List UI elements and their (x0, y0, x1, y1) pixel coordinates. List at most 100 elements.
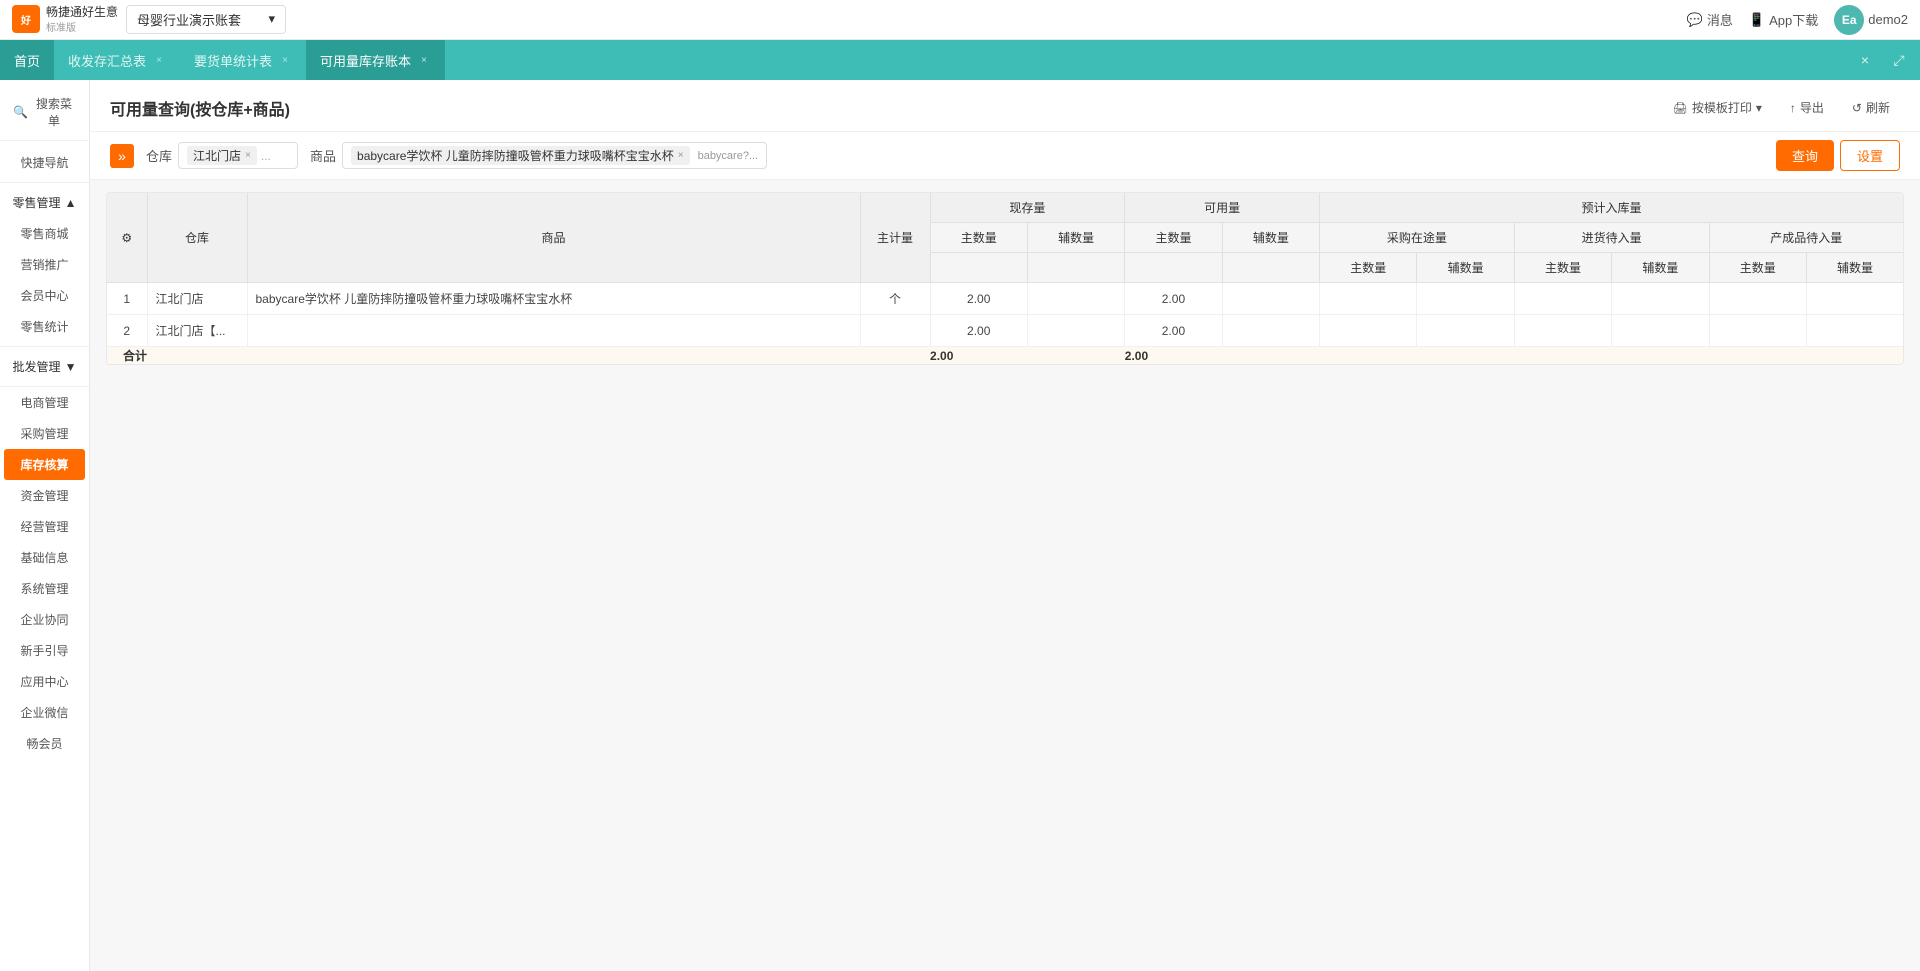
cell-unit: 个 (860, 283, 930, 315)
retail-mall-label: 零售商城 (20, 227, 68, 241)
refresh-btn[interactable]: ↺ 刷新 (1842, 94, 1900, 121)
cell-fp-aux (1806, 283, 1903, 315)
message-action[interactable]: 💬 消息 (1687, 10, 1733, 29)
app-download-label: App下载 (1769, 10, 1818, 29)
sidebar-item-new-guide[interactable]: 新手引导 (0, 635, 89, 666)
product-tag: babycare学饮杯 儿童防摔防撞吸管杯重力球吸嘴杯宝宝水杯 × (351, 146, 690, 165)
th-fp-aux: 辅数量 (1806, 253, 1903, 283)
header-left: 好 畅捷通好生意 标准版 母婴行业演示账套 ▾ (12, 5, 286, 34)
tab-orders-close[interactable]: × (278, 53, 292, 67)
tab-orders[interactable]: 要货单统计表 × (180, 40, 306, 80)
cell-stock-aux (1027, 315, 1124, 347)
filter-expand-btn[interactable]: » (110, 144, 134, 168)
gear-icon[interactable]: ⚙ (121, 231, 132, 245)
tab-receipts[interactable]: 收发存汇总表 × (54, 40, 180, 80)
product-tag-close[interactable]: × (678, 150, 684, 161)
app-center-label: 应用中心 (20, 675, 68, 689)
header-right: 💬 消息 📱 App下载 Ea demo2 (1687, 5, 1908, 35)
sidebar-item-finance[interactable]: 资金管理 (0, 480, 89, 511)
cell-ip-aux (1612, 315, 1709, 347)
sidebar-item-enterprise-wechat[interactable]: 企业微信 (0, 697, 89, 728)
export-btn[interactable]: ↑ 导出 (1780, 94, 1834, 121)
username: demo2 (1868, 12, 1908, 27)
th-purchase-transit: 采购在途量 (1320, 223, 1515, 253)
print-icon: 🖨 (1673, 101, 1688, 115)
table-container: ⚙ 仓库 商品 主计量 现存量 (106, 192, 1904, 365)
cell-unit (860, 315, 930, 347)
main-layout: 🔍 搜索菜单 快捷导航 零售管理 ▲ 零售商城 营销推广 会员中心 (0, 80, 1920, 971)
sidebar-item-retail-stats[interactable]: 零售统计 (0, 311, 89, 342)
export-label: 导出 (1800, 99, 1824, 116)
avatar-text: Ea (1842, 13, 1857, 27)
inventory-label: 库存核算 (20, 458, 68, 472)
cell-pt-aux (1417, 283, 1514, 315)
warehouse-input[interactable]: 江北门店 × ... (178, 142, 298, 169)
sidebar-item-system[interactable]: 系统管理 (0, 573, 89, 604)
tab-available[interactable]: 可用量库存账本 × (306, 40, 445, 80)
sidebar-item-wholesale-mgmt[interactable]: 批发管理 ▼ (0, 351, 89, 382)
total-stock-aux (1027, 347, 1124, 365)
sidebar-item-marketing[interactable]: 营销推广 (0, 249, 89, 280)
sidebar-item-basic-info[interactable]: 基础信息 (0, 542, 89, 573)
cell-ip-aux (1612, 283, 1709, 315)
total-label: 合计 (107, 347, 930, 365)
enterprise-collab-label: 企业协同 (20, 613, 68, 627)
sidebar-item-vip[interactable]: 畅会员 (0, 728, 89, 759)
th-expected-group: 预计入库量 (1320, 193, 1903, 223)
warehouse-tag-close[interactable]: × (245, 150, 251, 161)
tab-available-label: 可用量库存账本 (320, 51, 411, 70)
th-ip-main: 主数量 (1320, 253, 1417, 283)
wholesale-label: 批发管理 (13, 358, 61, 375)
product-input[interactable]: babycare学饮杯 儿童防摔防撞吸管杯重力球吸嘴杯宝宝水杯 × babyca… (342, 142, 767, 169)
retail-mgmt-label: 零售管理 (13, 194, 61, 211)
chevron-down-icon: ▾ (268, 11, 275, 27)
query-button[interactable]: 查询 (1776, 140, 1834, 171)
vip-label: 畅会员 (26, 737, 62, 751)
message-label: 消息 (1707, 10, 1733, 29)
warehouse-tag: 江北门店 × (187, 146, 257, 165)
sidebar-item-retail-mall[interactable]: 零售商城 (0, 218, 89, 249)
cell-product: babycare学饮杯 儿童防摔防撞吸管杯重力球吸嘴杯宝宝水杯 (247, 283, 860, 315)
inventory-table: ⚙ 仓库 商品 主计量 现存量 (107, 193, 1903, 364)
table-row: 1 江北门店 babycare学饮杯 儿童防摔防撞吸管杯重力球吸嘴杯宝宝水杯 个… (107, 283, 1903, 315)
product-label: 商品 (310, 146, 336, 165)
sidebar-item-retail-mgmt[interactable]: 零售管理 ▲ (0, 187, 89, 218)
page-content: 可用量查询(按仓库+商品) 🖨 按模板打印 ▾ ↑ 导出 ↺ 刷新 (90, 80, 1920, 971)
sidebar-item-inventory[interactable]: 库存核算 (4, 449, 85, 480)
print-btn[interactable]: 🖨 按模板打印 ▾ (1663, 94, 1772, 121)
sidebar-item-ecommerce[interactable]: 电商管理 (0, 387, 89, 418)
tab-available-close[interactable]: × (417, 53, 431, 67)
app-download-action[interactable]: 📱 App下载 (1749, 10, 1818, 29)
th-available-group: 可用量 (1125, 193, 1320, 223)
sidebar-item-quick-nav[interactable]: 快捷导航 (0, 147, 89, 178)
settings-button[interactable]: 设置 (1840, 140, 1900, 171)
th-product: 商品 (247, 193, 860, 283)
org-name: 母婴行业演示账套 (137, 10, 241, 29)
cell-avail-main: 2.00 (1125, 283, 1222, 315)
th-gear[interactable]: ⚙ (107, 193, 147, 283)
cell-index: 2 (107, 315, 147, 347)
user-profile[interactable]: Ea demo2 (1834, 5, 1908, 35)
product-extra: babycare?... (698, 150, 759, 162)
avatar: Ea (1834, 5, 1864, 35)
warehouse-label: 仓库 (146, 146, 172, 165)
tab-receipts-close[interactable]: × (152, 53, 166, 67)
sidebar-item-app-center[interactable]: 应用中心 (0, 666, 89, 697)
sidebar-item-member[interactable]: 会员中心 (0, 280, 89, 311)
tab-home[interactable]: 首页 (0, 40, 54, 80)
th-available-label: 可用量 (1204, 201, 1240, 215)
marketing-label: 营销推广 (20, 258, 68, 272)
sidebar-item-purchase[interactable]: 采购管理 (0, 418, 89, 449)
content-area: 可用量查询(按仓库+商品) 🖨 按模板打印 ▾ ↑ 导出 ↺ 刷新 (90, 80, 1920, 971)
cell-pt-main (1320, 315, 1417, 347)
warehouse-more[interactable]: ... (261, 149, 271, 163)
sidebar-item-operations[interactable]: 经营管理 (0, 511, 89, 542)
th-expected-label: 预计入库量 (1582, 201, 1642, 215)
maximize-btn[interactable]: ⤢ (1886, 47, 1912, 73)
th-ip-main2: 主数量 (1514, 253, 1611, 283)
org-selector[interactable]: 母婴行业演示账套 ▾ (126, 5, 286, 34)
cell-fp-main (1709, 283, 1806, 315)
search-menu-btn[interactable]: 🔍 搜索菜单 (8, 90, 81, 134)
sidebar-item-enterprise-collab[interactable]: 企业协同 (0, 604, 89, 635)
close-all-btn[interactable]: × (1852, 47, 1878, 73)
